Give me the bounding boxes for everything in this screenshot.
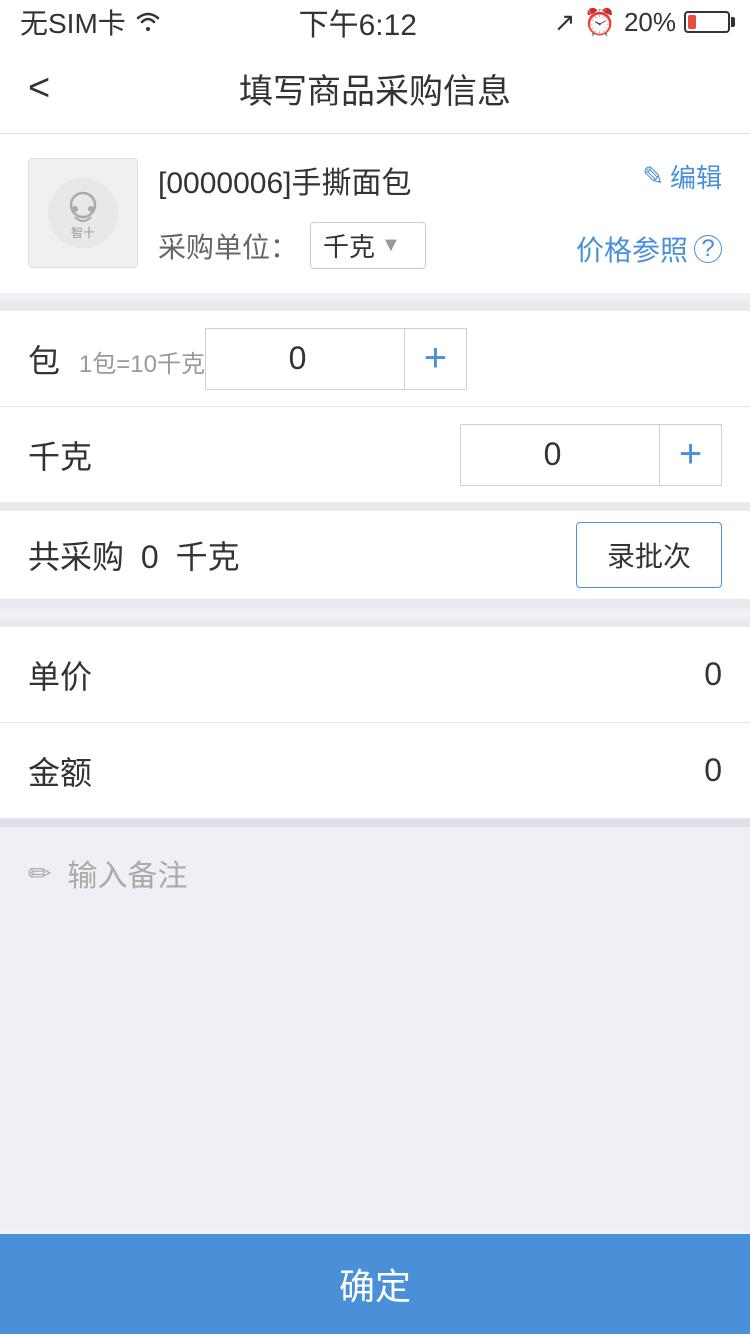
amount-label: 金额 (28, 748, 92, 794)
pack-input-control: + (205, 328, 467, 390)
unit-value: 千克 (323, 227, 375, 264)
battery-percentage: 20% (624, 7, 676, 38)
summary-text: 共采购 0 千克 (28, 532, 240, 578)
svg-text:智十: 智十 (71, 225, 95, 240)
back-button[interactable]: < (28, 67, 50, 110)
info-icon: ? (694, 235, 722, 263)
battery-icon (684, 11, 730, 33)
summary-label: 共采购 (28, 539, 124, 575)
amount-row: 金额 0 (0, 723, 750, 819)
unit-price-value: 0 (704, 656, 722, 693)
pack-quantity-input[interactable] (205, 328, 405, 390)
status-left: 无SIM卡 (20, 2, 162, 42)
pack-input-row: 包 1包=10千克 + (0, 311, 750, 407)
content-area (0, 919, 750, 1229)
chevron-down-icon: ▼ (381, 234, 401, 257)
nav-bar: < 填写商品采购信息 (0, 44, 750, 134)
remark-section[interactable]: ✏ 输入备注 (0, 819, 750, 919)
summary-row: 共采购 0 千克 录批次 (0, 503, 750, 599)
status-right: ↗ ⏰ 20% (554, 7, 730, 38)
amount-value: 0 (704, 752, 722, 789)
unit-select[interactable]: 千克 ▼ (310, 222, 426, 269)
page-title: 填写商品采购信息 (239, 64, 511, 113)
product-card: 智十 [0000006]手撕面包 采购单位： 千克 ▼ ✎ 编辑 价格参照 ? (0, 134, 750, 301)
input-section: 包 1包=10千克 + 千克 + (0, 311, 750, 503)
wifi-icon (134, 7, 162, 38)
summary-unit: 千克 (176, 539, 240, 575)
remark-placeholder: 输入备注 (67, 851, 187, 895)
edit-button[interactable]: ✎ 编辑 (642, 158, 722, 195)
pack-sublabel: 1包=10千克 (79, 351, 205, 378)
pack-label: 包 (28, 343, 60, 379)
pack-plus-button[interactable]: + (405, 328, 467, 390)
product-full-name: [0000006]手撕面包 (158, 158, 722, 202)
unit-price-label: 单价 (28, 652, 92, 698)
product-logo: 智十 (48, 178, 118, 248)
kg-input-row: 千克 + (0, 407, 750, 503)
location-icon: ↗ (554, 7, 576, 38)
status-bar: 无SIM卡 下午6:12 ↗ ⏰ 20% (0, 0, 750, 44)
unit-price-row: 单价 0 (0, 627, 750, 723)
price-ref-label: 价格参照 (576, 229, 688, 269)
kg-label: 千克 (28, 432, 460, 478)
section-divider-2 (0, 599, 750, 609)
pack-label-group: 包 1包=10千克 (28, 336, 205, 382)
kg-input-control: + (460, 424, 722, 486)
carrier-label: 无SIM卡 (20, 2, 126, 42)
summary-value: 0 (141, 539, 159, 575)
kg-plus-button[interactable]: + (660, 424, 722, 486)
status-time: 下午6:12 (299, 0, 417, 44)
edit-icon: ✎ (642, 161, 664, 192)
alarm-icon: ⏰ (584, 7, 616, 38)
price-section: 单价 0 金额 0 (0, 619, 750, 819)
section-divider-1 (0, 301, 750, 311)
batch-button[interactable]: 录批次 (576, 522, 722, 588)
pencil-icon: ✏ (28, 857, 51, 890)
kg-quantity-input[interactable] (460, 424, 660, 486)
price-reference-button[interactable]: 价格参照 ? (576, 229, 722, 269)
confirm-button[interactable]: 确定 (0, 1234, 750, 1334)
product-image: 智十 (28, 158, 138, 268)
purchase-unit-label: 采购单位： (158, 226, 298, 266)
